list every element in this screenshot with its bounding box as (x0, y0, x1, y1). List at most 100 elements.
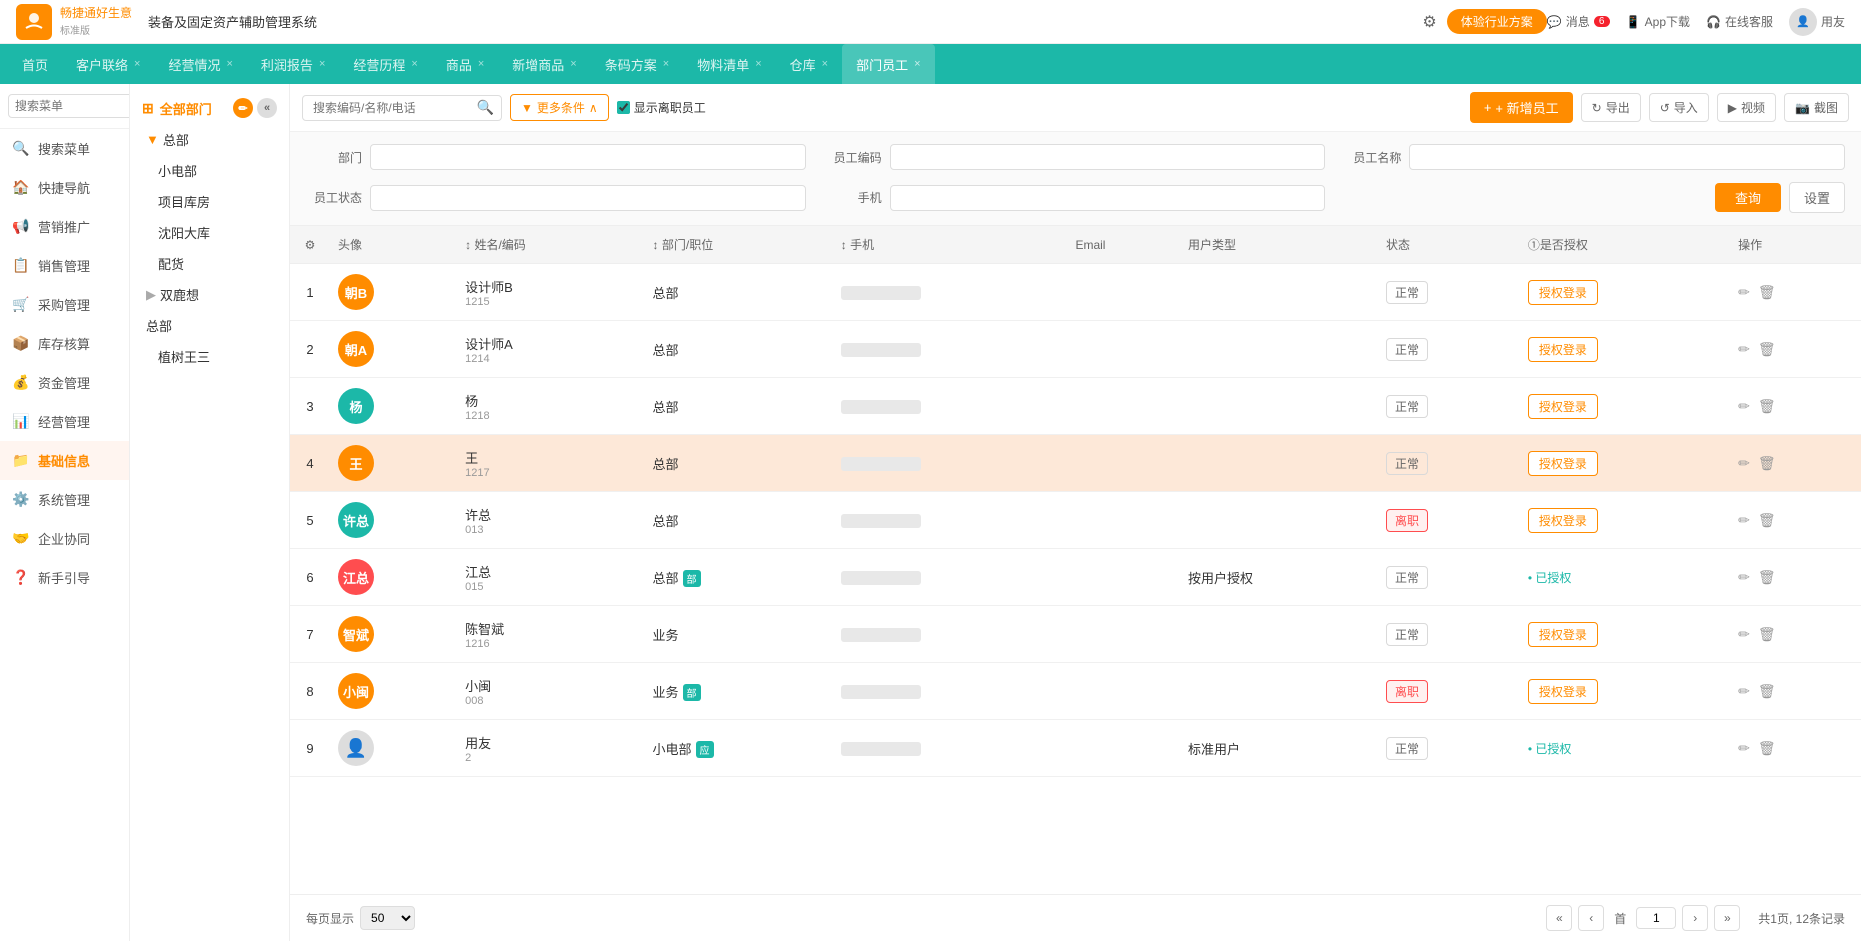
sidebar-search-input[interactable] (8, 94, 130, 118)
edit-btn[interactable]: ✏ (1738, 512, 1750, 529)
user-menu[interactable]: 👤 用友 (1789, 8, 1845, 36)
dept-item-xiaodibu[interactable]: 小电部 (130, 155, 289, 186)
empcode-input[interactable] (890, 144, 1326, 170)
dept-item-shuanglu[interactable]: ▶ 双鹿想 (130, 279, 289, 310)
col-name[interactable]: ↕ 姓名/编码 (457, 226, 644, 264)
sidebar-item-search[interactable]: 🔍 搜索菜单 (0, 129, 129, 168)
dept-item-zhishu[interactable]: 植树王三 (130, 341, 289, 372)
row-status: 离职 (1378, 663, 1520, 720)
tab-warehouse[interactable]: 仓库 × (776, 44, 842, 84)
tab-goods[interactable]: 商品 × (432, 44, 498, 84)
auth-login-btn[interactable]: 授权登录 (1528, 679, 1598, 704)
show-resigned-checkbox[interactable] (617, 101, 630, 114)
delete-btn[interactable]: 🗑 (1758, 341, 1776, 358)
add-employee-button[interactable]: + + 新增员工 (1470, 92, 1573, 123)
status-select[interactable] (370, 185, 806, 211)
page-input[interactable] (1636, 907, 1676, 929)
row-auth[interactable]: 授权登录 (1520, 435, 1730, 492)
tab-journey[interactable]: 经营历程 × (339, 44, 431, 84)
edit-btn[interactable]: ✏ (1738, 683, 1750, 700)
first-page-btn[interactable]: « (1546, 905, 1572, 931)
tab-operation[interactable]: 经营情况 × (154, 44, 246, 84)
more-conditions-btn[interactable]: ▼ 更多条件 ∧ (510, 94, 609, 121)
message-btn[interactable]: 💬 消息 6 (1547, 13, 1610, 30)
edit-btn[interactable]: ✏ (1738, 398, 1750, 415)
edit-btn[interactable]: ✏ (1738, 626, 1750, 643)
tab-profit[interactable]: 利润报告 × (247, 44, 339, 84)
sidebar-item-purchase[interactable]: 🛒 采购管理 (0, 285, 129, 324)
sidebar-item-basic[interactable]: 📁 基础信息 (0, 441, 129, 480)
edit-btn[interactable]: ✏ (1738, 569, 1750, 586)
tab-barcode[interactable]: 条码方案 × (591, 44, 683, 84)
delete-btn[interactable]: 🗑 (1758, 284, 1776, 301)
app-download-btn[interactable]: 📱 App下载 (1626, 13, 1690, 30)
dept-item-head[interactable]: ▼ 总部 (130, 124, 289, 155)
delete-btn[interactable]: 🗑 (1758, 740, 1776, 757)
tab-bom[interactable]: 物料清单 × (683, 44, 775, 84)
tab-dept-staff[interactable]: 部门员工 × (842, 44, 934, 84)
online-service-btn[interactable]: 🎧 在线客服 (1706, 13, 1773, 30)
collapse-dept-btn[interactable]: « (257, 98, 277, 118)
marketing-icon: 📢 (12, 218, 30, 235)
sidebar-item-finance[interactable]: 💰 资金管理 (0, 363, 129, 402)
sidebar-item-mgmt[interactable]: 📊 经营管理 (0, 402, 129, 441)
auth-login-btn[interactable]: 授权登录 (1528, 451, 1598, 476)
col-settings[interactable]: ⚙ (290, 226, 330, 264)
dept-item-xiangmu[interactable]: 项目库房 (130, 186, 289, 217)
trial-button[interactable]: 体验行业方案 (1447, 9, 1547, 34)
edit-btn[interactable]: ✏ (1738, 455, 1750, 472)
delete-btn[interactable]: 🗑 (1758, 455, 1776, 472)
auth-login-btn[interactable]: 授权登录 (1528, 508, 1598, 533)
empname-input[interactable] (1409, 144, 1845, 170)
sidebar-item-inventory[interactable]: 📦 库存核算 (0, 324, 129, 363)
page-size-select[interactable]: 50 100 (360, 906, 415, 930)
sidebar-item-nav[interactable]: 🏠 快捷导航 (0, 168, 129, 207)
delete-btn[interactable]: 🗑 (1758, 398, 1776, 415)
row-auth[interactable]: 授权登录 (1520, 264, 1730, 321)
tab-home[interactable]: 首页 (8, 44, 62, 84)
search-input[interactable] (302, 95, 502, 121)
delete-btn[interactable]: 🗑 (1758, 626, 1776, 643)
last-page-btn[interactable]: » (1714, 905, 1740, 931)
row-auth[interactable]: 授权登录 (1520, 378, 1730, 435)
screenshot-button[interactable]: 📷 截图 (1784, 93, 1849, 122)
dept-item-peihuo[interactable]: 配货 (130, 248, 289, 279)
row-auth[interactable]: 授权登录 (1520, 663, 1730, 720)
view-button[interactable]: ▶ 视频 (1717, 93, 1776, 122)
phone-input[interactable] (890, 185, 1326, 211)
settings-icon[interactable]: ⚙ (1422, 12, 1436, 32)
reset-button[interactable]: 设置 (1789, 182, 1845, 213)
auth-login-btn[interactable]: 授权登录 (1528, 622, 1598, 647)
sidebar-item-system[interactable]: ⚙️ 系统管理 (0, 480, 129, 519)
auth-login-btn[interactable]: 授权登录 (1528, 280, 1598, 305)
auth-login-btn[interactable]: 授权登录 (1528, 394, 1598, 419)
edit-btn[interactable]: ✏ (1738, 284, 1750, 301)
auth-login-btn[interactable]: 授权登录 (1528, 337, 1598, 362)
dept-item-zongbu[interactable]: 总部 (130, 310, 289, 341)
query-button[interactable]: 查询 (1715, 183, 1781, 212)
next-page-btn[interactable]: › (1682, 905, 1708, 931)
export-button[interactable]: ↻ 导出 (1581, 93, 1641, 122)
delete-btn[interactable]: 🗑 (1758, 512, 1776, 529)
sidebar-item-marketing[interactable]: 📢 营销推广 (0, 207, 129, 246)
col-phone[interactable]: ↕ 手机 (833, 226, 1068, 264)
delete-btn[interactable]: 🗑 (1758, 683, 1776, 700)
dept-item-shenyang[interactable]: 沈阳大库 (130, 217, 289, 248)
row-auth[interactable]: 授权登录 (1520, 321, 1730, 378)
col-dept[interactable]: ↕ 部门/职位 (645, 226, 833, 264)
prev-page-btn[interactable]: ‹ (1578, 905, 1604, 931)
edit-dept-btn[interactable]: ✏ (233, 98, 253, 118)
dept-select[interactable] (370, 144, 806, 170)
sidebar-item-guide[interactable]: ❓ 新手引导 (0, 558, 129, 597)
sidebar-item-collab[interactable]: 🤝 企业协同 (0, 519, 129, 558)
import-button[interactable]: ↺ 导入 (1649, 93, 1709, 122)
sidebar-item-sales[interactable]: 📋 销售管理 (0, 246, 129, 285)
delete-btn[interactable]: 🗑 (1758, 569, 1776, 586)
row-auth[interactable]: 授权登录 (1520, 492, 1730, 549)
edit-btn[interactable]: ✏ (1738, 740, 1750, 757)
row-auth[interactable]: 授权登录 (1520, 606, 1730, 663)
status-filter-row: 员工状态 (306, 182, 806, 213)
tab-customer[interactable]: 客户联络 × (62, 44, 154, 84)
tab-new-goods[interactable]: 新增商品 × (498, 44, 590, 84)
edit-btn[interactable]: ✏ (1738, 341, 1750, 358)
